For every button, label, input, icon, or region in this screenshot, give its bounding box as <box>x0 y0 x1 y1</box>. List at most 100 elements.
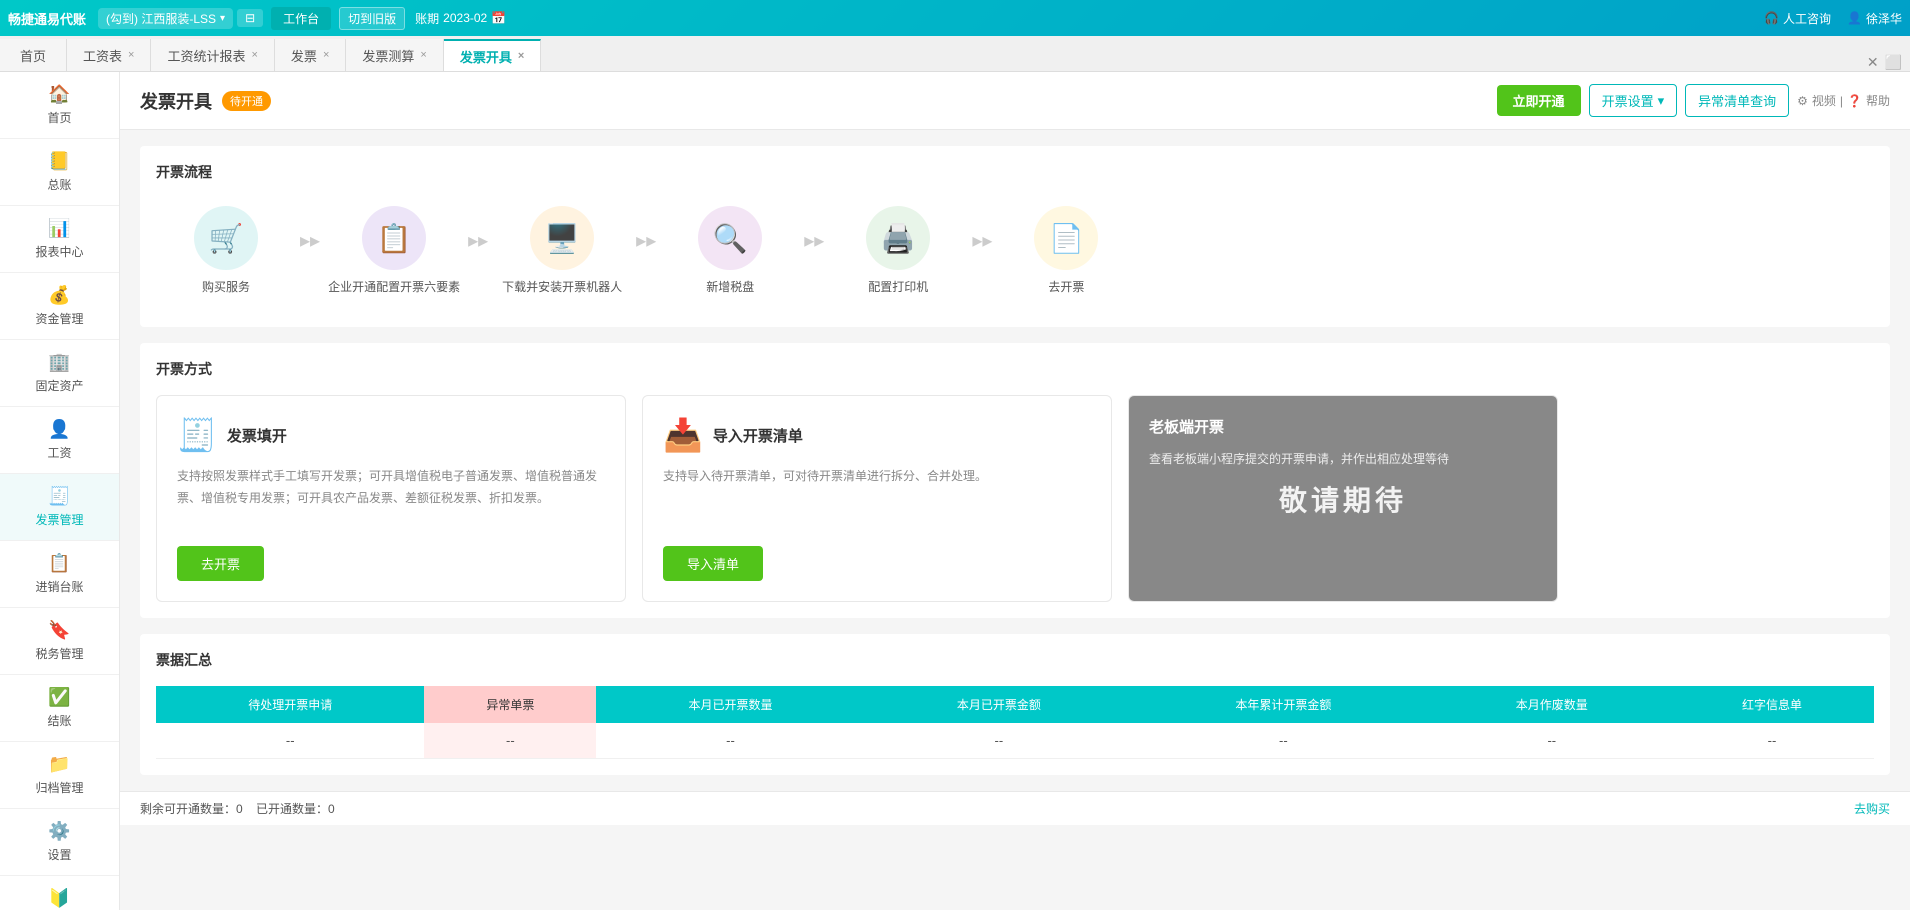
tab-salary-label: 工资表 <box>83 46 122 65</box>
tab-invoice-calc-close[interactable]: × <box>420 49 426 61</box>
summary-section-title: 票据汇总 <box>156 650 1874 670</box>
page-footer: 剩余可开通数量：0 已开通数量：0 去购买 <box>120 791 1910 825</box>
status-badge: 待开通 <box>222 91 271 111</box>
cell-void-count: -- <box>1434 723 1670 759</box>
sidebar-label-settings: 设置 <box>47 846 71 863</box>
old-version-button[interactable]: 切到旧版 <box>339 7 405 30</box>
manual-card-header: 🧾 发票填开 <box>177 416 605 454</box>
period-area: 账期 2023-02 📅 <box>415 10 506 27</box>
step-download: 🖥️ 下载并安装开票机器人 <box>492 206 632 295</box>
sidebar-item-reports[interactable]: 📊 报表中心 <box>0 206 119 273</box>
step-setup: 📋 企业开通配置开票六要素 <box>324 206 464 295</box>
col-pending: 待处理开票申请 <box>156 686 424 723</box>
cell-pending: -- <box>156 723 424 759</box>
abnormal-query-button[interactable]: 异常清单查询 <box>1685 84 1789 117</box>
company-name: (勾到) 江西服装-LSS <box>106 10 216 27</box>
help-label: 帮助 <box>1866 92 1890 109</box>
sidebar-label-tax: 税务管理 <box>35 645 83 662</box>
header-help: ⚙ 视频 | ❓ 帮助 <box>1797 92 1890 109</box>
copy-icon-btn[interactable]: ⊟ <box>237 9 263 27</box>
settlement-icon: ✅ <box>48 687 70 708</box>
sidebar-item-assets[interactable]: 🏢 固定资产 <box>0 340 119 407</box>
step-buy-service: 🛒 购买服务 <box>156 206 296 295</box>
add-tax-icon: 🔍 <box>713 222 748 255</box>
tab-invoice-label: 发票 <box>291 46 317 65</box>
opened-label: 已开通数量：0 <box>256 802 335 816</box>
tab-invoice-tool-close[interactable]: × <box>518 50 524 62</box>
tab-bar-right: ✕ ⬜ <box>1867 54 1910 71</box>
sidebar-label-archive: 归档管理 <box>35 779 83 796</box>
step-buy-service-label: 购买服务 <box>202 278 250 295</box>
sidebar-item-funds[interactable]: 💰 资金管理 <box>0 273 119 340</box>
close-window-icon[interactable]: ✕ <box>1867 54 1879 71</box>
consult-button[interactable]: 🎧 人工咨询 <box>1764 10 1831 27</box>
manual-card-desc: 支持按照发票样式手工填写开发票；可开具增值税电子普通发票、增值税普通发票、增值税… <box>177 466 605 526</box>
sidebar-label-funds: 资金管理 <box>35 310 83 327</box>
config-printer-icon-circle: 🖨️ <box>866 206 930 270</box>
tab-salary[interactable]: 工资表 × <box>67 39 151 71</box>
immediate-open-button[interactable]: 立即开通 <box>1497 85 1581 116</box>
step-download-label: 下载并安装开票机器人 <box>502 278 622 295</box>
import-card-title: 导入开票清单 <box>713 425 803 446</box>
main-layout: 🏠 首页 📒 总账 📊 报表中心 💰 资金管理 🏢 固定资产 👤 工资 🧾 发票… <box>0 72 1910 910</box>
salary-icon: 👤 <box>48 419 70 440</box>
sidebar-label-ledger: 总账 <box>47 176 71 193</box>
avatar-icon: 👤 <box>1847 11 1862 25</box>
sidebar-item-invoice-mgmt[interactable]: 🧾 发票管理 <box>0 474 119 541</box>
sidebar-item-archive[interactable]: 📁 归档管理 <box>0 742 119 809</box>
cell-red-info: -- <box>1670 723 1874 759</box>
step-arrow-5: ▸▸ <box>968 228 996 253</box>
sidebar-label-settlement: 结账 <box>47 712 71 729</box>
sidebar-item-tax[interactable]: 🔖 税务管理 <box>0 608 119 675</box>
sidebar-label-assets: 固定资产 <box>35 377 83 394</box>
buy-link[interactable]: 去购买 <box>1854 800 1890 817</box>
restore-window-icon[interactable]: ⬜ <box>1885 54 1902 71</box>
tab-home[interactable]: 首页 <box>0 39 67 71</box>
step-add-tax: 🔍 新增税盘 <box>660 206 800 295</box>
summary-section: 票据汇总 待处理开票申请 异常单票 本月已开票数量 本月已开票金额 本年累计开票… <box>140 634 1890 775</box>
sidebar-label-purchase-sales: 进销台账 <box>35 578 83 595</box>
step-issue-label: 去开票 <box>1048 278 1084 295</box>
col-void-count: 本月作废数量 <box>1434 686 1670 723</box>
setup-icon-circle: 📋 <box>362 206 426 270</box>
step-add-tax-label: 新增税盘 <box>706 278 754 295</box>
open-settings-button[interactable]: 开票设置 ▾ <box>1589 84 1678 117</box>
sidebar-item-guide[interactable]: 🔰 新手引导 <box>0 876 119 910</box>
tab-invoice-close[interactable]: × <box>323 49 329 61</box>
manual-card-title: 发票填开 <box>227 425 287 446</box>
buy-service-icon: 🛒 <box>209 222 244 255</box>
user-profile[interactable]: 👤 徐泽华 <box>1847 10 1902 27</box>
sidebar-item-salary[interactable]: 👤 工资 <box>0 407 119 474</box>
chevron-down-icon: ▾ <box>220 13 225 24</box>
sidebar-item-settings[interactable]: ⚙️ 设置 <box>0 809 119 876</box>
import-list-button[interactable]: 导入清单 <box>663 546 763 581</box>
step-setup-label: 企业开通配置开票六要素 <box>328 278 460 295</box>
tab-invoice-calc[interactable]: 发票测算 × <box>346 39 443 71</box>
calendar-icon[interactable]: 📅 <box>491 11 506 25</box>
sidebar-item-ledger[interactable]: 📒 总账 <box>0 139 119 206</box>
tab-salary-close[interactable]: × <box>128 49 134 61</box>
sidebar-item-purchase-sales[interactable]: 📋 进销台账 <box>0 541 119 608</box>
sidebar-item-settlement[interactable]: ✅ 结账 <box>0 675 119 742</box>
config-printer-icon: 🖨️ <box>881 222 916 255</box>
company-selector[interactable]: (勾到) 江西服装-LSS ▾ <box>98 8 233 29</box>
archive-icon: 📁 <box>48 754 70 775</box>
page-title: 发票开具 <box>140 88 212 114</box>
tab-salary-report-close[interactable]: × <box>251 49 257 61</box>
go-issue-button[interactable]: 去开票 <box>177 546 264 581</box>
top-bar-right: 🎧 人工咨询 👤 徐泽华 <box>1764 10 1902 27</box>
headset-icon: 🎧 <box>1764 11 1779 25</box>
tab-invoice-calc-label: 发票测算 <box>362 46 414 65</box>
ledger-icon: 📒 <box>48 151 70 172</box>
tab-invoice[interactable]: 发票 × <box>275 39 346 71</box>
tab-salary-report[interactable]: 工资统计报表 × <box>151 39 274 71</box>
top-bar: 畅捷通易代账 (勾到) 江西服装-LSS ▾ ⊟ 工作台 切到旧版 账期 202… <box>0 0 1910 36</box>
step-config-printer: 🖨️ 配置打印机 <box>828 206 968 295</box>
tab-invoice-tool[interactable]: 发票开具 × <box>444 39 541 71</box>
billing-methods: 🧾 发票填开 支持按照发票样式手工填写开发票；可开具增值税电子普通发票、增值税普… <box>156 395 1874 602</box>
step-arrow-1: ▸▸ <box>296 228 324 253</box>
page-title-area: 发票开具 待开通 <box>140 88 271 114</box>
workspace-button[interactable]: 工作台 <box>271 7 331 30</box>
sidebar-item-home[interactable]: 🏠 首页 <box>0 72 119 139</box>
purchase-sales-icon: 📋 <box>48 553 70 574</box>
